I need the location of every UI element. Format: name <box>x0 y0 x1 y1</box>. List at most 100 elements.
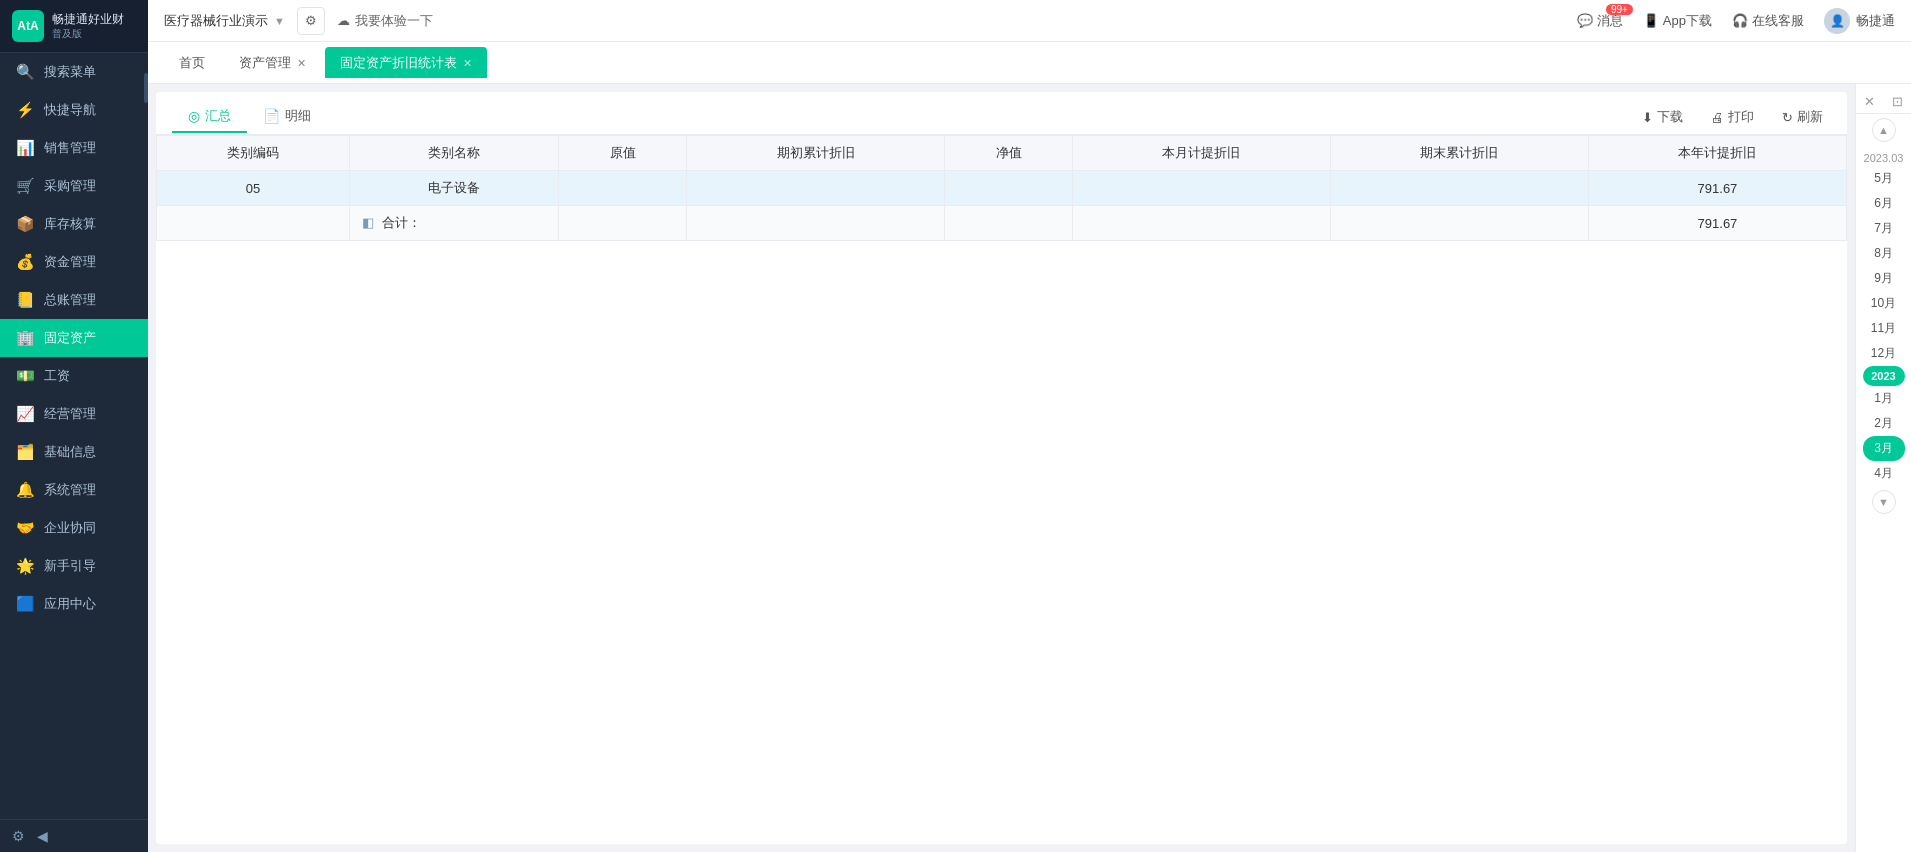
table-total-row: ◧ 合计： 791.67 <box>157 206 1847 241</box>
sidebar-item-purchase[interactable]: 🛒 采购管理 <box>0 167 148 205</box>
cloud-icon: ☁ <box>337 13 350 28</box>
salary-icon: 💵 <box>16 367 34 385</box>
sidebar-item-enterprise[interactable]: 🤝 企业协同 <box>0 509 148 547</box>
sidebar-label: 新手引导 <box>44 557 96 575</box>
user-profile[interactable]: 👤 畅捷通 <box>1824 8 1895 34</box>
download-button[interactable]: ⬇ 下载 <box>1634 104 1691 130</box>
panel-close-button[interactable]: ✕ <box>1864 94 1875 109</box>
app-download-button[interactable]: 📱 App下载 <box>1643 12 1712 30</box>
row-net <box>945 171 1073 206</box>
month-item-active[interactable]: 3月 <box>1863 436 1905 461</box>
row-original <box>559 171 687 206</box>
system-icon: 🔔 <box>16 481 34 499</box>
row-monthly <box>1072 171 1330 206</box>
total-icon: ◧ <box>362 215 374 230</box>
tab-depreciation[interactable]: 固定资产折旧统计表 ✕ <box>325 47 487 78</box>
sidebar-logo: AtA 畅捷通好业财 普及版 <box>0 0 148 53</box>
month-item[interactable]: 4月 <box>1863 461 1905 486</box>
tab-asset-mgmt[interactable]: 资产管理 ✕ <box>224 47 321 78</box>
sidebar-item-fixed[interactable]: 🏢 固定资产 <box>0 319 148 357</box>
panel-nav-down[interactable]: ▼ <box>1872 490 1896 514</box>
inventory-icon: 📦 <box>16 215 34 233</box>
sub-tab-label: 明细 <box>285 107 311 125</box>
month-item[interactable]: 2月 <box>1863 411 1905 436</box>
headset-icon: 🎧 <box>1732 13 1748 28</box>
row-annual: 791.67 <box>1588 171 1846 206</box>
refresh-button[interactable]: ↻ 刷新 <box>1774 104 1831 130</box>
month-item[interactable]: 1月 <box>1863 386 1905 411</box>
col-beginning-accum: 期初累计折旧 <box>687 136 945 171</box>
print-button[interactable]: 🖨 打印 <box>1703 104 1762 130</box>
funds-icon: 💰 <box>16 253 34 271</box>
detail-icon: 📄 <box>263 108 280 124</box>
col-annual: 本年计提折旧 <box>1588 136 1846 171</box>
tab-home[interactable]: 首页 <box>164 47 220 78</box>
sidebar-item-guide[interactable]: 🌟 新手引导 <box>0 547 148 585</box>
sidebar-label: 固定资产 <box>44 329 96 347</box>
row-ending-accum <box>1330 171 1588 206</box>
month-item[interactable]: 8月 <box>1863 241 1905 266</box>
sidebar-item-inventory[interactable]: 📦 库存核算 <box>0 205 148 243</box>
tab-label: 资产管理 <box>239 54 291 72</box>
content-area: ◎ 汇总 📄 明细 ⬇ 下载 🖨 打印 <box>148 84 1911 852</box>
sidebar-item-search[interactable]: 🔍 搜索菜单 <box>0 53 148 91</box>
customer-service-button[interactable]: 🎧 在线客服 <box>1732 12 1804 30</box>
month-item[interactable]: 10月 <box>1863 291 1905 316</box>
sidebar-item-operations[interactable]: 📈 经营管理 <box>0 395 148 433</box>
experience-button[interactable]: ☁ 我要体验一下 <box>337 12 433 30</box>
operations-icon: 📈 <box>16 405 34 423</box>
sidebar-item-system[interactable]: 🔔 系统管理 <box>0 471 148 509</box>
month-item[interactable]: 11月 <box>1863 316 1905 341</box>
guide-icon: 🌟 <box>16 557 34 575</box>
tab-label: 固定资产折旧统计表 <box>340 54 457 72</box>
row-code: 05 <box>157 171 350 206</box>
message-icon: 💬 <box>1577 13 1593 28</box>
sidebar-item-funds[interactable]: 💰 资金管理 <box>0 243 148 281</box>
phone-icon: 📱 <box>1643 13 1659 28</box>
message-button[interactable]: 💬 消息 99+ <box>1577 12 1623 30</box>
row-beginning-accum <box>687 171 945 206</box>
sidebar-item-sales[interactable]: 📊 销售管理 <box>0 129 148 167</box>
sidebar-label: 应用中心 <box>44 595 96 613</box>
quicknav-icon: ⚡ <box>16 101 34 119</box>
sidebar-label: 库存核算 <box>44 215 96 233</box>
sidebar-item-quicknav[interactable]: ⚡ 快捷导航 <box>0 91 148 129</box>
sub-tab-detail[interactable]: 📄 明细 <box>247 101 327 133</box>
month-item[interactable]: 9月 <box>1863 266 1905 291</box>
total-annual: 791.67 <box>1588 206 1846 241</box>
panel-nav-up[interactable]: ▲ <box>1872 118 1896 142</box>
month-item[interactable]: 6月 <box>1863 191 1905 216</box>
company-selector[interactable]: 医疗器械行业演示 ▼ <box>164 12 285 30</box>
tab-close-icon[interactable]: ✕ <box>463 57 472 70</box>
topbar: 医疗器械行业演示 ▼ ⚙ ☁ 我要体验一下 💬 消息 99+ 📱 App下载 🎧… <box>148 0 1911 42</box>
sales-icon: 📊 <box>16 139 34 157</box>
collapse-button[interactable]: ◀ <box>37 828 48 844</box>
sidebar-item-apps[interactable]: 🟦 应用中心 <box>0 585 148 623</box>
settings-button[interactable]: ⚙ <box>12 828 25 844</box>
topbar-settings-button[interactable]: ⚙ <box>297 7 325 35</box>
sidebar-item-ledger[interactable]: 📒 总账管理 <box>0 281 148 319</box>
tabs-bar: 首页 资产管理 ✕ 固定资产折旧统计表 ✕ <box>148 42 1911 84</box>
month-item[interactable]: 12月 <box>1863 341 1905 366</box>
panel-controls: ✕ ⊡ <box>1856 90 1911 114</box>
sidebar-label: 资金管理 <box>44 253 96 271</box>
print-label: 打印 <box>1728 108 1754 126</box>
company-name: 医疗器械行业演示 <box>164 12 268 30</box>
col-original: 原值 <box>559 136 687 171</box>
panel-expand-button[interactable]: ⊡ <box>1892 94 1903 109</box>
download-label: 下载 <box>1657 108 1683 126</box>
enterprise-icon: 🤝 <box>16 519 34 537</box>
month-item[interactable]: 7月 <box>1863 216 1905 241</box>
toolbar: ⬇ 下载 🖨 打印 ↻ 刷新 <box>1634 100 1831 134</box>
sidebar-label: 快捷导航 <box>44 101 96 119</box>
sidebar-item-base[interactable]: 🗂️ 基础信息 <box>0 433 148 471</box>
month-item[interactable]: 5月 <box>1863 166 1905 191</box>
tab-label: 首页 <box>179 54 205 72</box>
sub-tab-summary[interactable]: ◎ 汇总 <box>172 101 247 133</box>
settings-icon: ⚙ <box>305 13 317 28</box>
sidebar-label: 系统管理 <box>44 481 96 499</box>
tab-close-icon[interactable]: ✕ <box>297 57 306 70</box>
search-icon: 🔍 <box>16 63 34 81</box>
sidebar-item-salary[interactable]: 💵 工资 <box>0 357 148 395</box>
logo-icon: AtA <box>12 10 44 42</box>
